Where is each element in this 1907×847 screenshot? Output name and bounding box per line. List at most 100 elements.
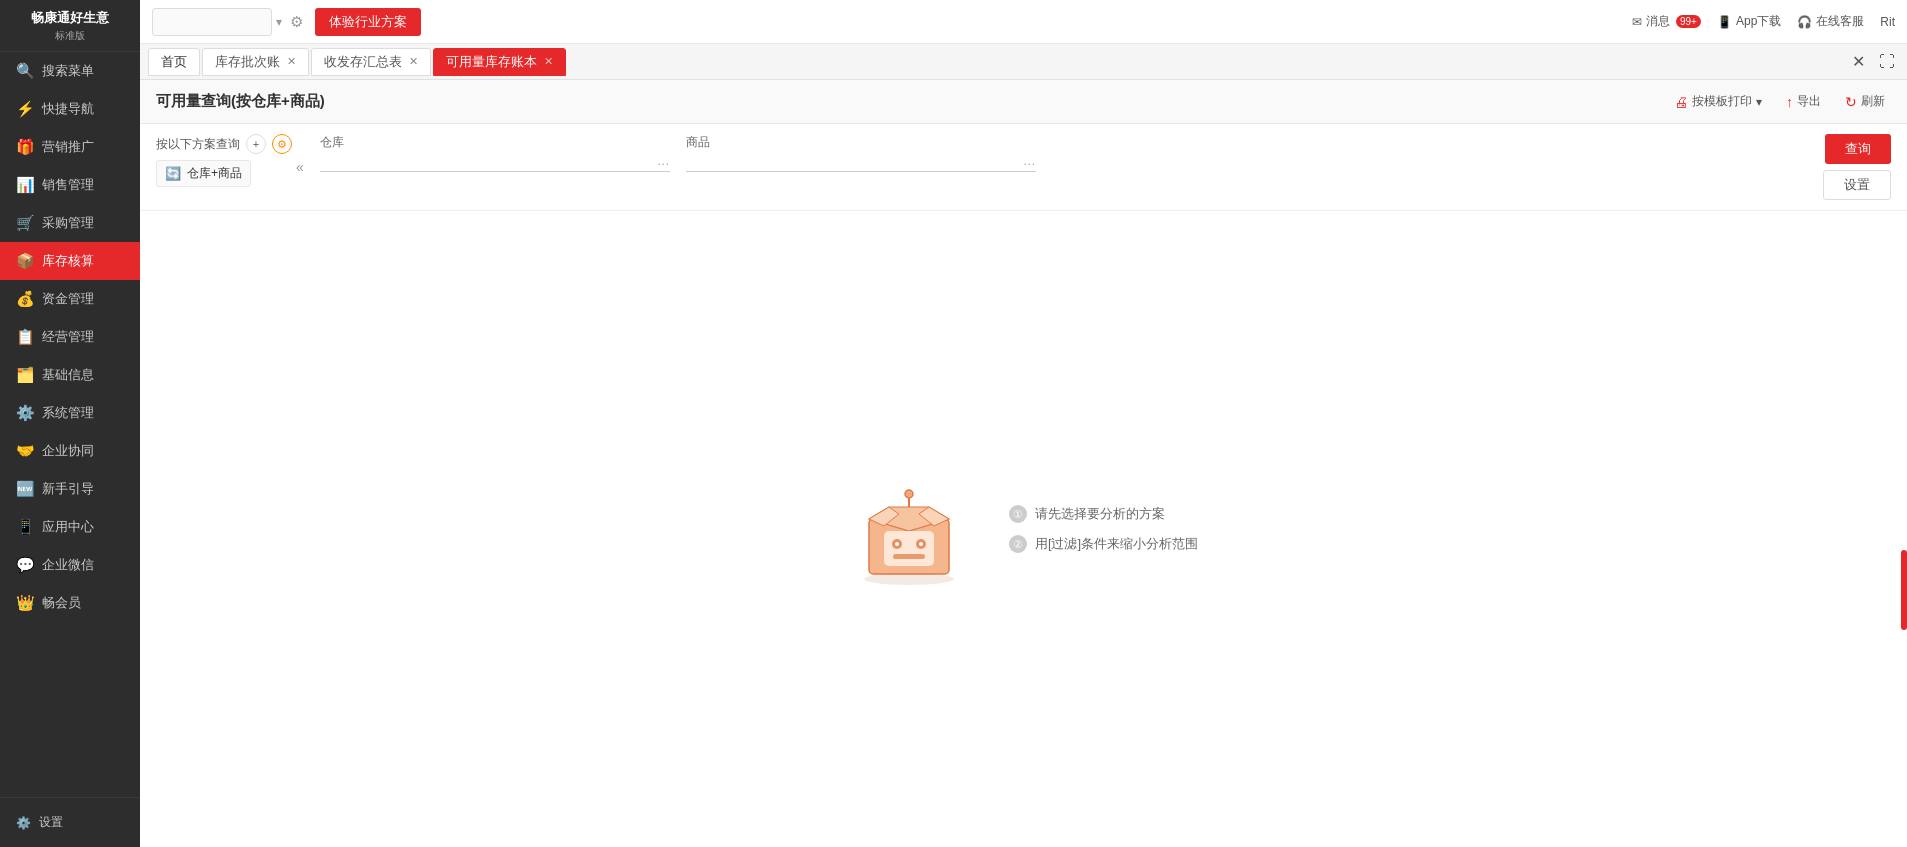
- sidebar-item-corp[interactable]: 🤝 企业协同: [0, 432, 140, 470]
- sidebar-item-sales[interactable]: 📊 销售管理: [0, 166, 140, 204]
- sidebar-item-marketing[interactable]: 🎁 营销推广: [0, 128, 140, 166]
- empty-state: ① 请先选择要分析的方案 ② 用[过滤]条件来缩小分析范围: [140, 211, 1907, 847]
- print-button[interactable]: 🖨 按模板打印 ▾: [1668, 90, 1768, 113]
- tab-expand-button[interactable]: ⛶: [1875, 51, 1899, 73]
- topbar-app-download[interactable]: 📱 App下载: [1717, 13, 1781, 30]
- page-header: 可用量查询(按仓库+商品) 🖨 按模板打印 ▾ ↑ 导出 ↻ 刷新: [140, 80, 1907, 124]
- sidebar-nav: 🔍 搜索菜单 ⚡ 快捷导航 🎁 营销推广 📊 销售管理 🛒 采购管理 📦 库存核…: [0, 52, 140, 797]
- topbar-exp-button[interactable]: 体验行业方案: [315, 8, 421, 36]
- export-icon: ↑: [1786, 94, 1793, 110]
- svg-rect-11: [893, 554, 925, 559]
- empty-hint-2: ② 用[过滤]条件来缩小分析范围: [1009, 535, 1198, 553]
- sidebar-item-label: 基础信息: [42, 366, 94, 384]
- sidebar-item-apps[interactable]: 📱 应用中心: [0, 508, 140, 546]
- tab-available-close-icon[interactable]: ✕: [544, 55, 553, 68]
- svg-point-13: [905, 490, 913, 498]
- gift-icon: 🎁: [16, 138, 34, 156]
- svg-point-9: [895, 542, 899, 546]
- topbar-online-service[interactable]: 🎧 在线客服: [1797, 13, 1864, 30]
- sidebar-item-label: 搜索菜单: [42, 62, 94, 80]
- svg-point-0: [864, 573, 954, 585]
- goods-field-label: 商品: [686, 134, 1036, 151]
- chat-icon: 💬: [16, 556, 34, 574]
- tabs-bar: 首页 库存批次账 ✕ 收发存汇总表 ✕ 可用量库存账本 ✕ ✕ ⛶: [140, 44, 1907, 80]
- page-title: 可用量查询(按仓库+商品): [156, 92, 325, 111]
- print-label: 按模板打印: [1692, 93, 1752, 110]
- topbar-user[interactable]: Rit: [1880, 15, 1895, 29]
- empty-illustration: [849, 479, 969, 579]
- sidebar-item-label: 企业微信: [42, 556, 94, 574]
- filter-add-button[interactable]: +: [246, 134, 266, 154]
- message-badge: 99+: [1676, 15, 1701, 28]
- empty-hint-1: ① 请先选择要分析的方案: [1009, 505, 1198, 523]
- sidebar-item-member[interactable]: 👑 畅会员: [0, 584, 140, 622]
- main-area: ▾ ⚙ 体验行业方案 ✉ 消息 99+ 📱 App下载 🎧 在线客服 Rit: [140, 0, 1907, 847]
- sidebar-item-inventory[interactable]: 📦 库存核算: [0, 242, 140, 280]
- lightning-icon: ⚡: [16, 100, 34, 118]
- sidebar-item-purchase[interactable]: 🛒 采购管理: [0, 204, 140, 242]
- sidebar-logo-tag: 标准版: [55, 29, 85, 43]
- sidebar-item-label: 经营管理: [42, 328, 94, 346]
- cart-icon: 🛒: [16, 214, 34, 232]
- headset-icon: 🎧: [1797, 15, 1812, 29]
- sidebar-item-basic[interactable]: 🗂️ 基础信息: [0, 356, 140, 394]
- sidebar-item-shortcut[interactable]: ⚡ 快捷导航: [0, 90, 140, 128]
- print-chevron-icon: ▾: [1756, 95, 1762, 109]
- print-icon: 🖨: [1674, 94, 1688, 110]
- right-scrollbar[interactable]: [1901, 550, 1907, 630]
- chart-icon: 📊: [16, 176, 34, 194]
- tab-summary[interactable]: 收发存汇总表 ✕: [311, 48, 431, 76]
- folder-icon: 🗂️: [16, 366, 34, 384]
- search-icon: 🔍: [16, 62, 34, 80]
- tab-available[interactable]: 可用量库存账本 ✕: [433, 48, 566, 76]
- goods-input[interactable]: [686, 154, 1019, 168]
- topbar: ▾ ⚙ 体验行业方案 ✉ 消息 99+ 📱 App下载 🎧 在线客服 Rit: [140, 0, 1907, 44]
- sidebar-item-finance[interactable]: 💰 资金管理: [0, 280, 140, 318]
- sidebar-item-wechat[interactable]: 💬 企业微信: [0, 546, 140, 584]
- sidebar-item-search[interactable]: 🔍 搜索菜单: [0, 52, 140, 90]
- filter-scheme-section: 按以下方案查询 + ⚙ 🔄 仓库+商品: [156, 134, 292, 187]
- hint-text-1: 请先选择要分析的方案: [1035, 505, 1165, 523]
- tab-home[interactable]: 首页: [148, 48, 200, 76]
- box-icon: 📦: [16, 252, 34, 270]
- sidebar-item-label: 销售管理: [42, 176, 94, 194]
- tab-summary-close-icon[interactable]: ✕: [409, 55, 418, 68]
- query-button[interactable]: 查询: [1825, 134, 1891, 164]
- online-service-label: 在线客服: [1816, 13, 1864, 30]
- topbar-gear-icon[interactable]: ⚙: [290, 13, 303, 31]
- topbar-search-input[interactable]: [152, 8, 272, 36]
- message-label: 消息: [1646, 13, 1670, 30]
- settings-button[interactable]: 设置: [1823, 170, 1891, 200]
- topbar-dropdown-icon[interactable]: ▾: [276, 15, 282, 29]
- warehouse-input[interactable]: [320, 154, 653, 168]
- filter-collapse-icon[interactable]: «: [296, 159, 304, 175]
- tab-batch-close-icon[interactable]: ✕: [287, 55, 296, 68]
- filter-scheme-warehouse-goods[interactable]: 🔄 仓库+商品: [156, 160, 251, 187]
- tab-close-all-button[interactable]: ✕: [1848, 50, 1869, 73]
- topbar-search-area: ▾: [152, 8, 282, 36]
- filter-actions: 查询 设置: [1823, 134, 1891, 200]
- goods-more-icon[interactable]: …: [1023, 153, 1036, 168]
- topbar-right: ✉ 消息 99+ 📱 App下载 🎧 在线客服 Rit: [1632, 13, 1895, 30]
- sidebar-item-system[interactable]: ⚙️ 系统管理: [0, 394, 140, 432]
- export-label: 导出: [1797, 93, 1821, 110]
- tab-batch-label: 库存批次账: [215, 53, 280, 71]
- refresh-button[interactable]: ↻ 刷新: [1839, 90, 1891, 113]
- filter-config-button[interactable]: ⚙: [272, 134, 292, 154]
- sidebar-item-label: 系统管理: [42, 404, 94, 422]
- sidebar-item-operation[interactable]: 📋 经营管理: [0, 318, 140, 356]
- settings-icon: ⚙️: [16, 816, 31, 830]
- warehouse-more-icon[interactable]: …: [657, 153, 670, 168]
- goods-field-input-wrap: …: [686, 153, 1036, 172]
- sidebar-bottom-label: 设置: [39, 814, 63, 831]
- sidebar-item-label: 营销推广: [42, 138, 94, 156]
- topbar-message[interactable]: ✉ 消息 99+: [1632, 13, 1701, 30]
- sidebar-settings[interactable]: ⚙️ 设置: [0, 806, 140, 839]
- tab-available-label: 可用量库存账本: [446, 53, 537, 71]
- user-name: Rit: [1880, 15, 1895, 29]
- export-button[interactable]: ↑ 导出: [1780, 90, 1827, 113]
- tab-batch[interactable]: 库存批次账 ✕: [202, 48, 309, 76]
- hint-num-2: ②: [1009, 535, 1027, 553]
- sidebar-item-newbie[interactable]: 🆕 新手引导: [0, 470, 140, 508]
- money-icon: 💰: [16, 290, 34, 308]
